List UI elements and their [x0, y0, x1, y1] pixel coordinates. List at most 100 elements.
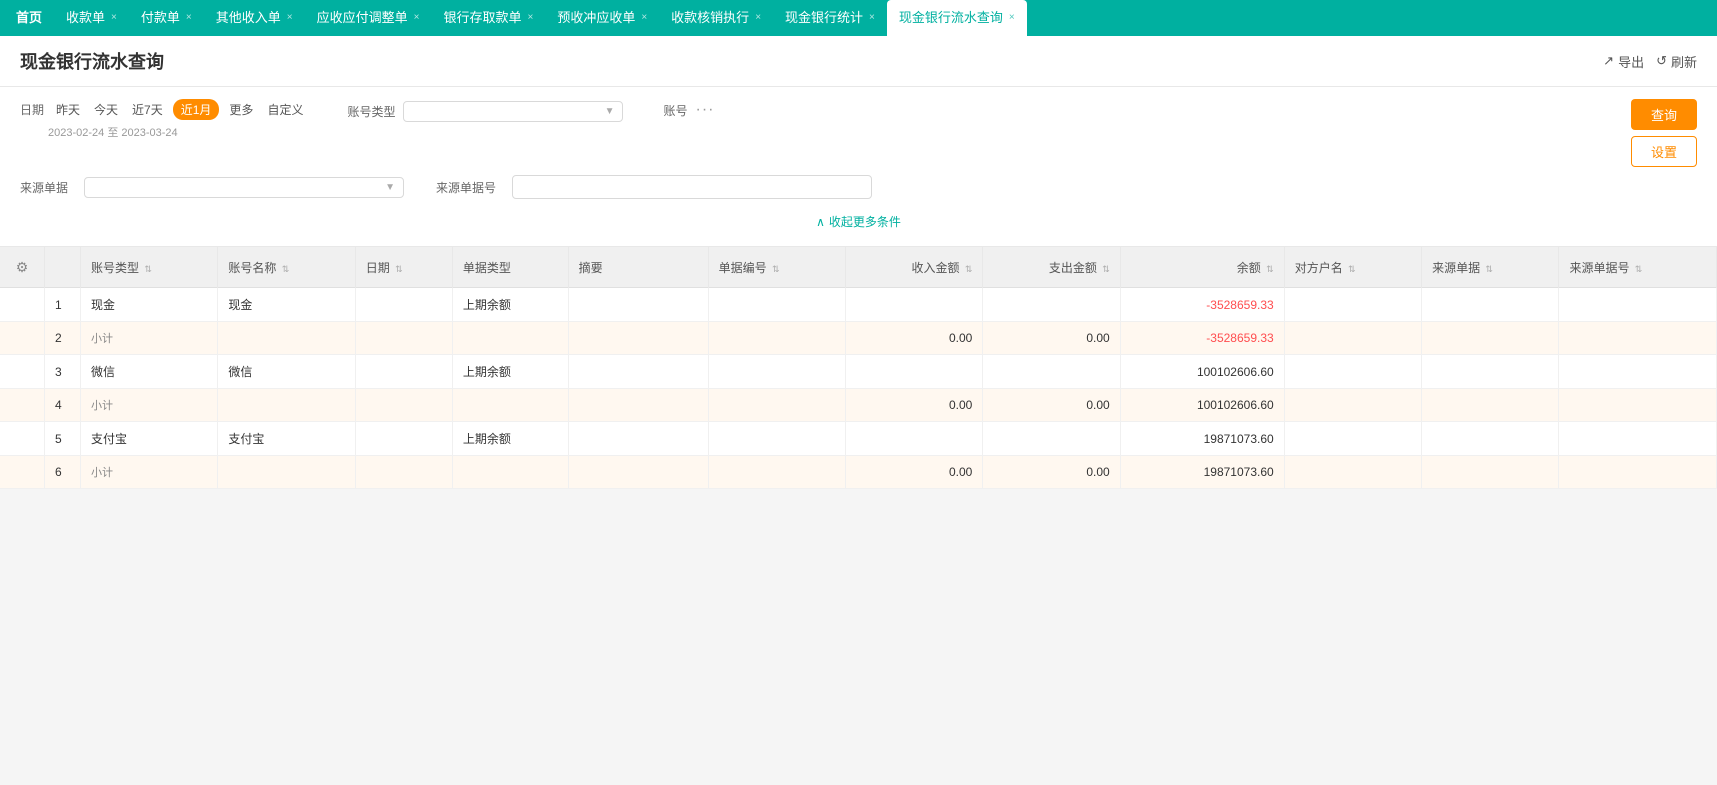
table-body: 1现金现金上期余额-3528659.332小计0.000.00-3528659.… [0, 288, 1717, 489]
nav-receipt[interactable]: 收款单 × [54, 0, 129, 36]
close-payment-icon[interactable]: × [186, 0, 192, 36]
row-cell: 0.00 [983, 322, 1120, 355]
settings-gear-icon[interactable]: ⚙ [10, 255, 34, 279]
nav-other-income[interactable]: 其他收入单 × [204, 0, 305, 36]
row-cell [355, 355, 452, 389]
row-cell [1422, 355, 1559, 389]
row-cell [845, 422, 982, 456]
row-settings-cell [0, 322, 45, 355]
close-adjust-icon[interactable]: × [414, 0, 420, 36]
col-counterpart[interactable]: 对方户名 ⇅ [1284, 247, 1421, 288]
row-seq: 5 [45, 422, 81, 456]
row-cell [355, 288, 452, 322]
row-cell: 0.00 [845, 389, 982, 422]
row-cell [568, 389, 708, 422]
data-table-container: ⚙ 账号类型 ⇅ 账号名称 ⇅ 日期 ⇅ 单据类型 摘要 单据编号 [0, 247, 1717, 489]
row-cell: 微信 [218, 355, 355, 389]
col-source-doc[interactable]: 来源单据 ⇅ [1422, 247, 1559, 288]
row-cell [845, 355, 982, 389]
row-cell [568, 355, 708, 389]
nav-stats[interactable]: 现金银行统计 × [773, 0, 887, 36]
table-header-row: ⚙ 账号类型 ⇅ 账号名称 ⇅ 日期 ⇅ 单据类型 摘要 单据编号 [0, 247, 1717, 288]
export-button[interactable]: ↗ 导出 [1603, 52, 1644, 71]
col-doc-no[interactable]: 单据编号 ⇅ [708, 247, 845, 288]
table-row: 4小计0.000.00100102606.60 [0, 389, 1717, 422]
collapse-bar[interactable]: ∧ 收起更多条件 [20, 209, 1697, 234]
source-doc-label: 来源单据 [20, 179, 68, 196]
row-cell [355, 322, 452, 355]
sort-date-icon: ⇅ [395, 264, 403, 275]
shortcut-more[interactable]: 更多 [225, 99, 257, 120]
col-income[interactable]: 收入金额 ⇅ [845, 247, 982, 288]
close-flow-query-icon[interactable]: × [1009, 0, 1015, 36]
nav-verify[interactable]: 收款核销执行 × [659, 0, 773, 36]
row-cell [1284, 422, 1421, 456]
close-other-income-icon[interactable]: × [287, 0, 293, 36]
table-row: 2小计0.000.00-3528659.33 [0, 322, 1717, 355]
close-bank-deposit-icon[interactable]: × [527, 0, 533, 36]
row-cell: 支付宝 [218, 422, 355, 456]
col-settings[interactable]: ⚙ [0, 247, 45, 288]
row-cell [845, 288, 982, 322]
nav-flow-query[interactable]: 现金银行流水查询 × [887, 0, 1027, 36]
col-balance[interactable]: 余额 ⇅ [1120, 247, 1284, 288]
col-date[interactable]: 日期 ⇅ [355, 247, 452, 288]
query-button[interactable]: 查询 [1631, 99, 1697, 130]
nav-adjust[interactable]: 应收应付调整单 × [305, 0, 432, 36]
col-account-name[interactable]: 账号名称 ⇅ [218, 247, 355, 288]
page-header: 现金银行流水查询 ↗ 导出 ↺ 刷新 [0, 36, 1717, 87]
date-range: 2023-02-24 至 2023-03-24 [48, 127, 178, 139]
account-type-select[interactable]: ▼ [403, 101, 623, 122]
row-cell [708, 456, 845, 489]
row-cell [568, 288, 708, 322]
close-stats-icon[interactable]: × [869, 0, 875, 36]
settings-button[interactable]: 设置 [1631, 136, 1697, 167]
refresh-button[interactable]: ↺ 刷新 [1656, 52, 1697, 71]
data-table: ⚙ 账号类型 ⇅ 账号名称 ⇅ 日期 ⇅ 单据类型 摘要 单据编号 [0, 247, 1717, 489]
sort-source-doc-icon: ⇅ [1485, 264, 1493, 275]
source-doc-select[interactable]: ▼ [84, 177, 404, 198]
col-seq [45, 247, 81, 288]
nav-prepaid[interactable]: 预收冲应收单 × [545, 0, 659, 36]
row-cell: 现金 [81, 288, 218, 322]
sort-doc-no-icon: ⇅ [772, 264, 780, 275]
close-verify-icon[interactable]: × [755, 0, 761, 36]
sort-balance-icon: ⇅ [1266, 264, 1274, 275]
close-prepaid-icon[interactable]: × [641, 0, 647, 36]
nav-bank-deposit[interactable]: 银行存取款单 × [431, 0, 545, 36]
shortcut-today[interactable]: 今天 [90, 99, 122, 120]
row-cell [355, 389, 452, 422]
row-cell [1422, 456, 1559, 489]
row-cell: 支付宝 [81, 422, 218, 456]
account-more-icon[interactable]: ··· [695, 101, 714, 119]
col-doc-type: 单据类型 [452, 247, 568, 288]
row-cell [1559, 355, 1717, 389]
nav-home[interactable]: 首页 [4, 0, 54, 36]
table-row: 3微信微信上期余额100102606.60 [0, 355, 1717, 389]
refresh-icon: ↺ [1656, 53, 1667, 69]
table-row: 5支付宝支付宝上期余额19871073.60 [0, 422, 1717, 456]
header-actions: ↗ 导出 ↺ 刷新 [1603, 52, 1697, 71]
shortcut-yesterday[interactable]: 昨天 [52, 99, 84, 120]
date-label: 日期 [20, 101, 44, 118]
col-account-type[interactable]: 账号类型 ⇅ [81, 247, 218, 288]
shortcut-7days[interactable]: 近7天 [128, 99, 167, 120]
row-seq: 3 [45, 355, 81, 389]
source-doc-no-input[interactable] [512, 175, 872, 199]
nav-payment[interactable]: 付款单 × [129, 0, 204, 36]
row-cell: 0.00 [983, 389, 1120, 422]
export-icon: ↗ [1603, 53, 1614, 69]
shortcut-custom[interactable]: 自定义 [263, 99, 307, 120]
col-source-doc-no[interactable]: 来源单据号 ⇅ [1559, 247, 1717, 288]
shortcut-1month[interactable]: 近1月 [173, 99, 220, 120]
row-seq: 6 [45, 456, 81, 489]
row-cell: 小计 [81, 456, 218, 489]
sort-source-doc-no-icon: ⇅ [1635, 264, 1643, 275]
sort-income-icon: ⇅ [965, 264, 973, 275]
col-expense[interactable]: 支出金额 ⇅ [983, 247, 1120, 288]
row-seq: 1 [45, 288, 81, 322]
row-cell [1422, 322, 1559, 355]
close-receipt-icon[interactable]: × [111, 0, 117, 36]
row-cell: -3528659.33 [1120, 288, 1284, 322]
table-row: 1现金现金上期余额-3528659.33 [0, 288, 1717, 322]
